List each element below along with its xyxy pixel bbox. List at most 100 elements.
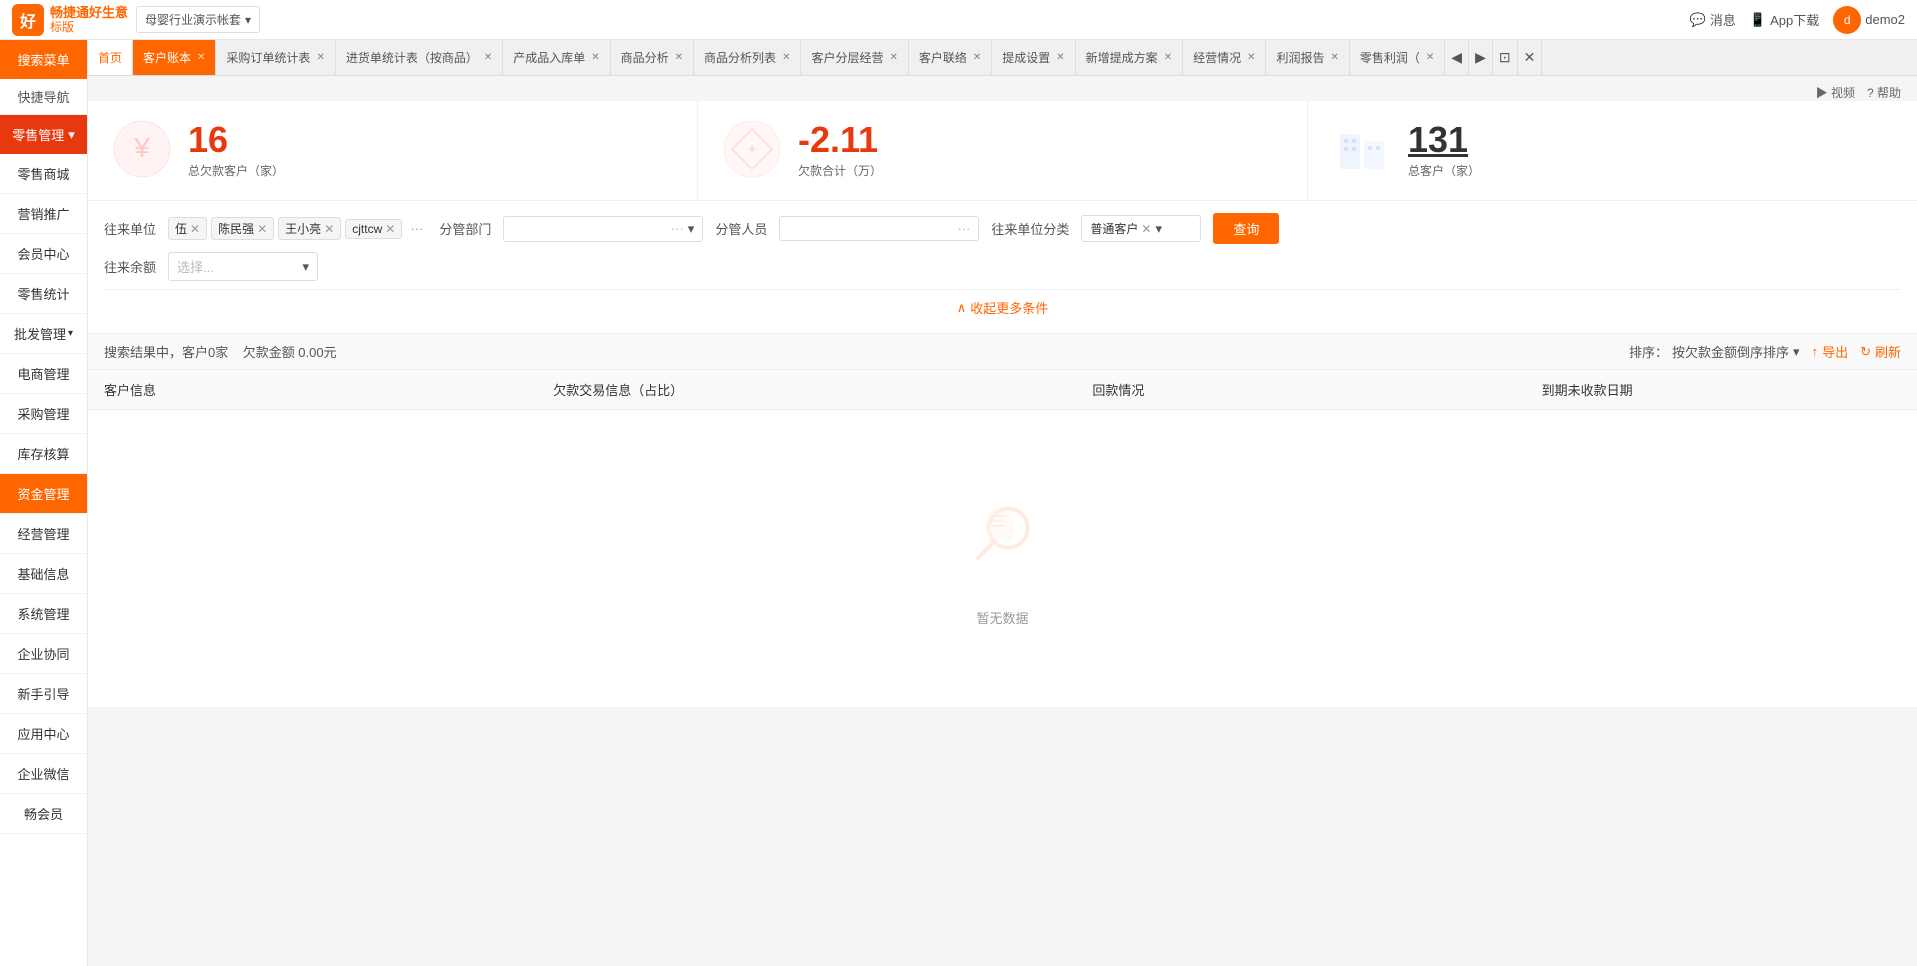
tab-profit-report[interactable]: 利润报告 ✕ [1266, 40, 1349, 75]
tab-close-icon[interactable]: ✕ [591, 52, 599, 63]
collapse-conditions-btn[interactable]: ∧ 收起更多条件 [104, 294, 1901, 321]
search-label: 搜索菜单 [17, 53, 69, 68]
tab-customer-accounts[interactable]: 客户账本 ✕ [133, 40, 216, 75]
stat-text: 16 总欠款客户（家） [188, 122, 284, 179]
tab-purchase-order-stats[interactable]: 采购订单统计表 ✕ [216, 40, 335, 75]
tab-label: 商品分析列表 [704, 49, 776, 66]
account-dropdown-label: 母婴行业演示帐套 [145, 11, 241, 28]
refresh-icon: ↻ [1860, 344, 1871, 360]
chevron-down-icon: ▾ [688, 221, 695, 237]
query-button[interactable]: 查询 [1213, 213, 1279, 244]
tab-scroll-right[interactable]: ▶ [1469, 40, 1493, 75]
sidebar-search[interactable]: 搜索菜单 [0, 40, 87, 79]
tag-close-icon[interactable]: ✕ [257, 222, 267, 236]
sidebar-retail-mgmt[interactable]: 零售管理 ▾ [0, 115, 87, 154]
sort-select[interactable]: 排序： 按欠款金额倒序排序 ▾ [1629, 342, 1800, 361]
more-tags-btn[interactable]: ··· [406, 221, 427, 236]
tab-close-icon[interactable]: ✕ [1056, 52, 1064, 63]
tab-expand[interactable]: ⊡ [1493, 40, 1518, 75]
remaining-select[interactable]: 选择... ▾ [168, 252, 318, 281]
tab-customer-segment[interactable]: 客户分层经营 ✕ [801, 40, 908, 75]
tab-close-icon[interactable]: ✕ [1247, 52, 1255, 63]
sidebar-quick-nav[interactable]: 快捷导航 [0, 79, 87, 115]
content-area: 首页 客户账本 ✕ 采购订单统计表 ✕ 进货单统计表（按商品） ✕ 产成品入库单… [88, 40, 1917, 966]
refresh-btn[interactable]: ↻ 刷新 [1860, 342, 1901, 361]
sidebar-item-member-center[interactable]: 会员中心 [0, 234, 87, 274]
sidebar-item-operations[interactable]: 经营管理 [0, 514, 87, 554]
tab-incentive-settings[interactable]: 提成设置 ✕ [992, 40, 1075, 75]
tab-close-icon[interactable]: ✕ [197, 52, 205, 63]
sidebar-item-inventory[interactable]: 库存核算 [0, 434, 87, 474]
help-label: 帮助 [1877, 86, 1901, 100]
tag-close-icon[interactable]: ✕ [385, 222, 395, 236]
tab-close-icon[interactable]: ✕ [1426, 52, 1434, 63]
tag-close-icon[interactable]: ✕ [1141, 222, 1151, 236]
tab-close-all[interactable]: ✕ [1518, 40, 1543, 75]
empty-icon [958, 490, 1048, 596]
category-select[interactable]: 普通客户 ✕ ▾ [1081, 215, 1201, 242]
export-btn[interactable]: ↑ 导出 [1812, 342, 1849, 361]
tab-close-icon[interactable]: ✕ [782, 52, 790, 63]
video-help-bar: ▶ 视频 ? 帮助 [88, 76, 1917, 101]
tab-close-icon[interactable]: ✕ [316, 52, 324, 63]
col-header-repayment-label: 回款情况 [1092, 383, 1144, 398]
sidebar-item-ecommerce[interactable]: 电商管理 [0, 354, 87, 394]
sidebar-item-retail-stats[interactable]: 零售统计 [0, 274, 87, 314]
data-table: 客户信息 欠款交易信息（占比） 回款情况 到期未收款日期 [88, 370, 1917, 707]
help-icon: ? [1867, 86, 1874, 100]
tab-close-icon[interactable]: ✕ [1331, 52, 1339, 63]
tab-inbound-stats[interactable]: 进货单统计表（按商品） ✕ [336, 40, 503, 75]
tab-product-analysis-list[interactable]: 商品分析列表 ✕ [694, 40, 801, 75]
video-btn[interactable]: ▶ 视频 [1816, 84, 1855, 101]
sidebar-item-basic-info[interactable]: 基础信息 [0, 554, 87, 594]
sidebar-item-enterprise-wechat[interactable]: 企业微信 [0, 754, 87, 794]
col-header-repayment: 回款情况 [1092, 380, 1541, 399]
sidebar-item-label: 营销推广 [17, 207, 69, 222]
app-download-btn[interactable]: 📱 App下载 [1750, 10, 1819, 29]
filter-tag-wu[interactable]: 伍 ✕ [168, 217, 207, 240]
tab-retail-profit[interactable]: 零售利润（ ✕ [1350, 40, 1445, 75]
sidebar-item-wholesale[interactable]: 批发管理 ▾ [0, 314, 87, 354]
tab-operations[interactable]: 经营情况 ✕ [1183, 40, 1266, 75]
tab-new-incentive[interactable]: 新增提成方案 ✕ [1076, 40, 1183, 75]
tab-product-inbound[interactable]: 产成品入库单 ✕ [503, 40, 610, 75]
sidebar-item-system[interactable]: 系统管理 [0, 594, 87, 634]
result-bar: 搜索结果中，客户0家 欠款金额 0.00元 排序： 按欠款金额倒序排序 ▾ ↑ … [88, 334, 1917, 370]
tab-customer-contact[interactable]: 客户联络 ✕ [909, 40, 992, 75]
sidebar-item-retail-shop[interactable]: 零售商城 [0, 154, 87, 194]
sidebar-item-new-guide[interactable]: 新手引导 [0, 674, 87, 714]
tag-close-icon[interactable]: ✕ [190, 222, 200, 236]
sidebar-item-enterprise-coop[interactable]: 企业协同 [0, 634, 87, 674]
sidebar-item-app-center[interactable]: 应用中心 [0, 714, 87, 754]
tag-close-icon[interactable]: ✕ [324, 222, 334, 236]
tab-home[interactable]: 首页 [88, 40, 133, 75]
refresh-label: 刷新 [1875, 342, 1901, 361]
tab-label: 进货单统计表（按商品） [346, 49, 478, 66]
help-btn[interactable]: ? 帮助 [1867, 84, 1901, 101]
tab-bar: 首页 客户账本 ✕ 采购订单统计表 ✕ 进货单统计表（按商品） ✕ 产成品入库单… [88, 40, 1917, 76]
remaining-placeholder: 选择... [177, 257, 298, 276]
sidebar-item-marketing[interactable]: 营销推广 [0, 194, 87, 234]
user-avatar-btn[interactable]: d demo2 [1833, 6, 1905, 34]
tab-close-icon[interactable]: ✕ [484, 52, 492, 63]
messages-btn[interactable]: 💬 消息 [1690, 10, 1736, 29]
filter-tag-chen[interactable]: 陈民强 ✕ [211, 217, 274, 240]
dept-select[interactable]: ··· ▾ [503, 216, 703, 242]
stat-total-debt: ✦ -2.11 欠款合计（万） [698, 101, 1308, 200]
filter-tag-wang[interactable]: 王小亮 ✕ [278, 217, 341, 240]
tab-close-icon[interactable]: ✕ [675, 52, 683, 63]
avatar: d [1833, 6, 1861, 34]
filter-tag-cjttcw[interactable]: cjttcw ✕ [345, 219, 402, 239]
tab-close-icon[interactable]: ✕ [1164, 52, 1172, 63]
sidebar-item-purchase[interactable]: 采购管理 [0, 394, 87, 434]
sidebar-item-finance[interactable]: 资金管理 [0, 474, 87, 514]
tab-close-icon[interactable]: ✕ [973, 52, 981, 63]
tag-label: 普通客户 [1090, 220, 1138, 237]
tab-product-analysis[interactable]: 商品分析 ✕ [611, 40, 694, 75]
category-tag[interactable]: 普通客户 ✕ [1090, 220, 1151, 237]
person-select[interactable]: ··· [779, 216, 979, 241]
account-dropdown[interactable]: 母婴行业演示帐套 ▾ [136, 6, 260, 33]
sidebar-item-super-member[interactable]: 畅会员 [0, 794, 87, 834]
tab-scroll-left[interactable]: ◀ [1445, 40, 1469, 75]
tab-close-icon[interactable]: ✕ [889, 52, 897, 63]
